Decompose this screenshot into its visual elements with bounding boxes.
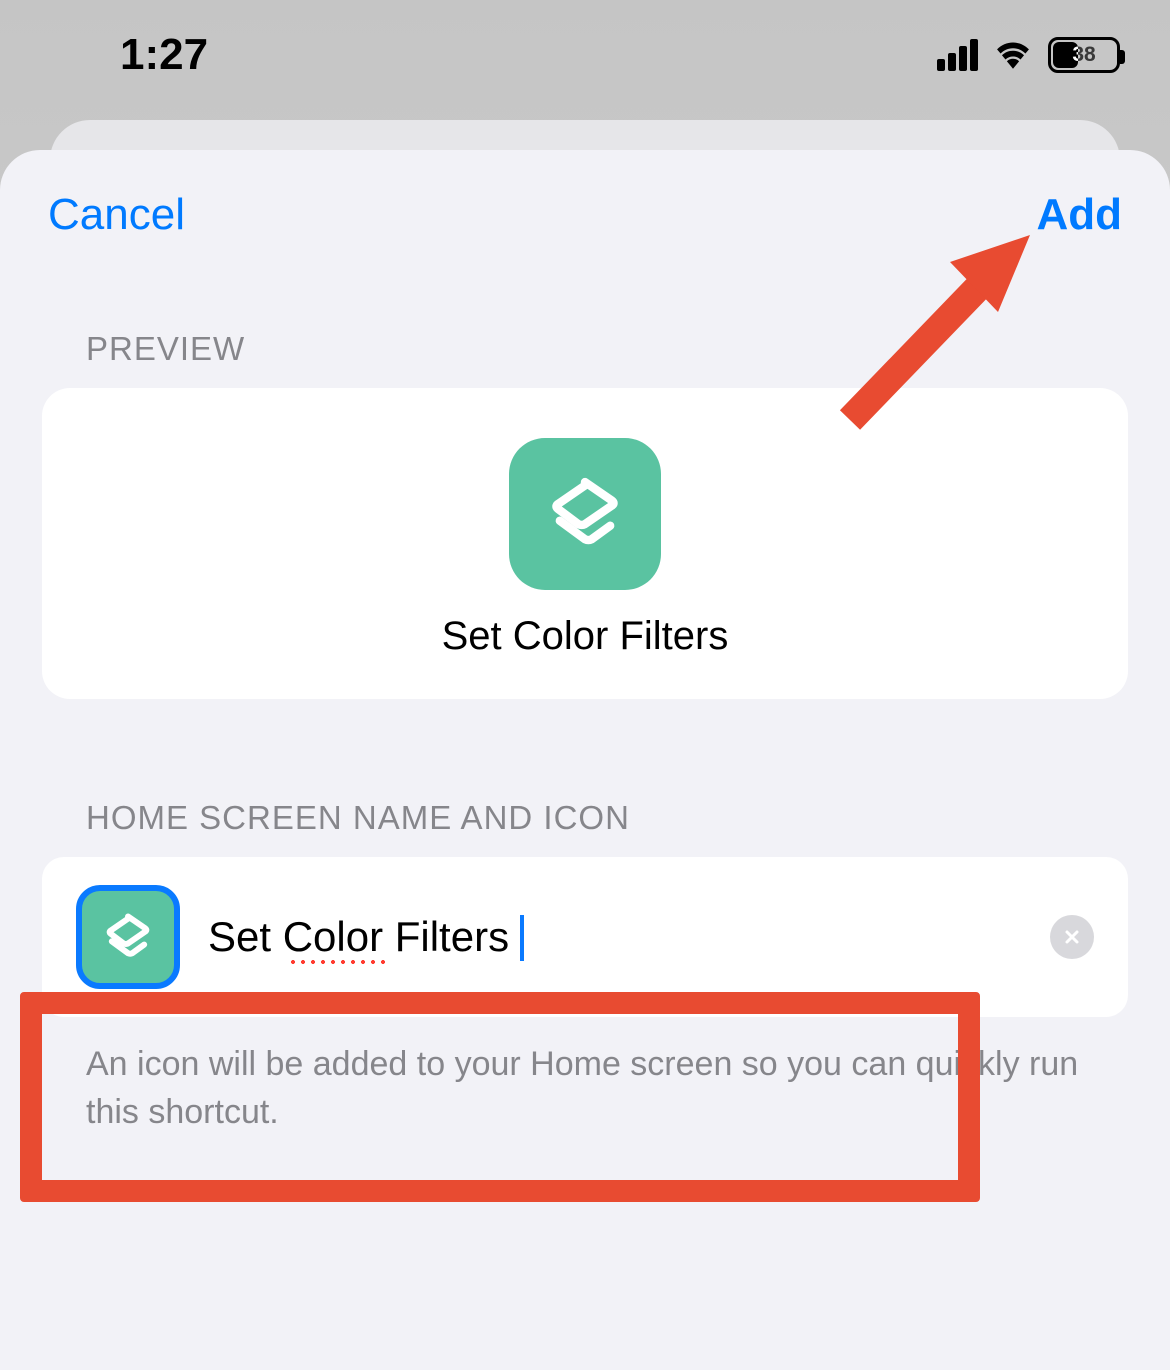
preview-label: Set Color Filters — [442, 614, 729, 659]
homescreen-section-header: Home Screen Name and Icon — [0, 799, 1170, 837]
close-icon — [1062, 927, 1082, 947]
preview-section-header: Preview — [0, 330, 1170, 368]
add-button[interactable]: Add — [1036, 190, 1122, 240]
clear-text-button[interactable] — [1050, 915, 1094, 959]
shortcut-name-input[interactable] — [208, 913, 1022, 961]
shortcut-icon-picker[interactable] — [76, 885, 180, 989]
shortcut-preview-icon — [509, 438, 661, 590]
cancel-button[interactable]: Cancel — [48, 190, 185, 240]
add-to-home-sheet: Cancel Add Preview Set Color Filters Hom… — [0, 150, 1170, 1370]
battery-level: 38 — [1051, 43, 1117, 67]
footer-description: An icon will be added to your Home scree… — [0, 1017, 1170, 1136]
name-input-card — [42, 857, 1128, 1017]
status-indicators: 38 — [937, 37, 1120, 74]
nav-bar: Cancel Add — [0, 190, 1170, 240]
preview-card: Set Color Filters — [42, 388, 1128, 699]
status-time: 1:27 — [120, 30, 208, 80]
text-cursor — [520, 915, 524, 961]
spellcheck-underline — [288, 959, 386, 965]
status-bar: 1:27 38 — [0, 0, 1170, 120]
wifi-icon — [992, 37, 1034, 74]
cellular-icon — [937, 39, 978, 71]
battery-icon: 38 — [1048, 37, 1120, 73]
